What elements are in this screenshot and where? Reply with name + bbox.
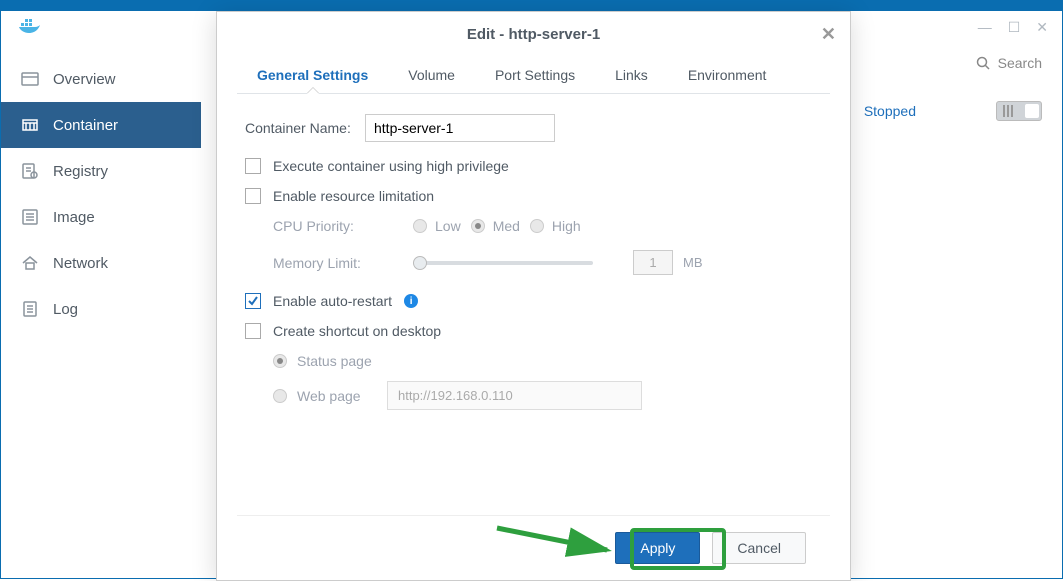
close-button[interactable]: ✕ — [1036, 19, 1048, 36]
high-privilege-checkbox[interactable] — [245, 158, 261, 174]
cpu-high-radio — [530, 219, 544, 233]
web-page-url-input — [387, 381, 642, 410]
sidebar-label: Container — [53, 117, 118, 134]
log-icon — [21, 300, 39, 318]
sidebar-label: Overview — [53, 71, 116, 88]
high-privilege-label: Execute container using high privilege — [273, 158, 509, 174]
container-row: Stopped — [864, 101, 1042, 121]
sidebar-label: Image — [53, 209, 95, 226]
tab-environment[interactable]: Environment — [668, 57, 787, 93]
auto-restart-checkbox[interactable] — [245, 293, 261, 309]
image-icon — [21, 208, 39, 226]
sidebar: Overview Container Registry Image Networ… — [1, 11, 201, 578]
window-controls: — ☐ ✕ — [978, 19, 1048, 36]
container-name-label: Container Name: — [245, 120, 365, 136]
memory-slider — [413, 261, 593, 265]
tabs: General Settings Volume Port Settings Li… — [237, 57, 830, 94]
status-page-radio — [273, 354, 287, 368]
resource-limit-label: Enable resource limitation — [273, 188, 434, 204]
desktop-shortcut-label: Create shortcut on desktop — [273, 323, 441, 339]
sidebar-label: Log — [53, 301, 78, 318]
search-icon — [976, 56, 990, 70]
search-bar[interactable]: Search — [976, 55, 1042, 71]
container-status: Stopped — [864, 103, 916, 119]
registry-icon — [21, 162, 39, 180]
dialog-close-button[interactable]: ✕ — [821, 24, 836, 45]
edit-dialog: Edit - http-server-1 ✕ General Settings … — [216, 11, 851, 581]
network-icon — [21, 254, 39, 272]
status-page-label: Status page — [297, 353, 372, 369]
apply-button[interactable]: Apply — [615, 532, 700, 564]
container-toggle[interactable] — [996, 101, 1042, 121]
cancel-button[interactable]: Cancel — [712, 532, 806, 564]
tab-general-settings[interactable]: General Settings — [237, 57, 388, 93]
search-placeholder: Search — [998, 55, 1042, 71]
sidebar-item-image[interactable]: Image — [1, 194, 201, 240]
container-name-input[interactable] — [365, 114, 555, 142]
sidebar-item-container[interactable]: Container — [1, 102, 201, 148]
cpu-low-radio — [413, 219, 427, 233]
maximize-button[interactable]: ☐ — [1008, 19, 1021, 36]
memory-unit: MB — [683, 255, 703, 270]
web-page-label: Web page — [297, 388, 377, 404]
sidebar-label: Network — [53, 255, 108, 272]
overview-icon — [21, 70, 39, 88]
info-icon[interactable]: i — [404, 294, 418, 308]
memory-limit-label: Memory Limit: — [273, 255, 403, 271]
memory-limit-input — [633, 250, 673, 275]
web-page-radio — [273, 389, 287, 403]
sidebar-item-network[interactable]: Network — [1, 240, 201, 286]
sidebar-label: Registry — [53, 163, 108, 180]
resource-limit-checkbox[interactable] — [245, 188, 261, 204]
sidebar-item-overview[interactable]: Overview — [1, 56, 201, 102]
tab-port-settings[interactable]: Port Settings — [475, 57, 595, 93]
auto-restart-label: Enable auto-restart — [273, 293, 392, 309]
sidebar-item-registry[interactable]: Registry — [1, 148, 201, 194]
dialog-title: Edit - http-server-1 ✕ — [217, 12, 850, 57]
tab-volume[interactable]: Volume — [388, 57, 475, 93]
sidebar-item-log[interactable]: Log — [1, 286, 201, 332]
cpu-med-radio — [471, 219, 485, 233]
tab-links[interactable]: Links — [595, 57, 668, 93]
docker-icon — [19, 17, 41, 40]
desktop-shortcut-checkbox[interactable] — [245, 323, 261, 339]
cpu-priority-label: CPU Priority: — [273, 218, 403, 234]
container-icon — [21, 116, 39, 134]
minimize-button[interactable]: — — [978, 19, 992, 36]
